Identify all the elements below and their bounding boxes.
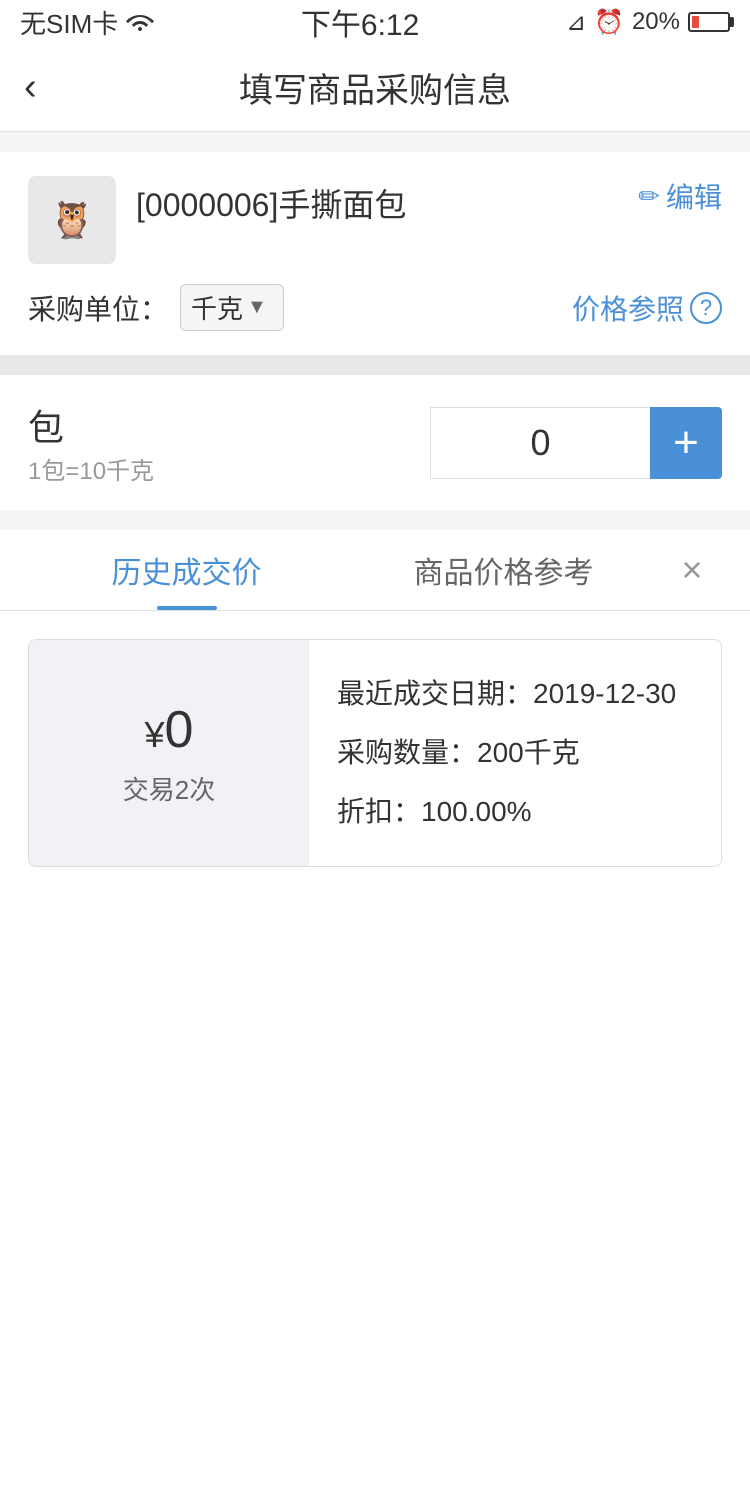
tabs-close-button[interactable]: × (662, 530, 722, 610)
wifi-icon (126, 7, 154, 38)
battery-icon (688, 12, 730, 32)
tab-history-label: 历史成交价 (112, 548, 262, 592)
price-display: ¥0 (145, 700, 194, 760)
bottom-space (0, 895, 750, 1495)
unit-select[interactable]: 千克 ▼ (180, 284, 284, 331)
back-button[interactable]: ‹ (24, 66, 37, 109)
quantity-row: 包 1包=10千克 0 + (0, 375, 750, 510)
quantity-detail-label: 采购数量： (337, 737, 477, 768)
unit-label-text: 采购单位： (28, 288, 168, 328)
quantity-conversion: 1包=10千克 (28, 451, 154, 486)
history-price-card: ¥0 交易2次 最近成交日期：2019-12-30 采购数量：200千克 折扣：… (28, 639, 722, 867)
recent-date-row: 最近成交日期：2019-12-30 (337, 672, 693, 717)
unit-label: 采购单位： 千克 ▼ (28, 284, 284, 331)
network-label: 无SIM卡 (20, 4, 118, 41)
quantity-label: 包 1包=10千克 (28, 399, 154, 486)
status-time: 下午6:12 (301, 0, 419, 44)
status-right: ⊿ ⏰ 20% (566, 8, 730, 37)
discount-value: 100.00% (421, 796, 532, 827)
dropdown-arrow-icon: ▼ (247, 296, 267, 319)
quantity-controls: 0 + (430, 407, 722, 479)
trade-count: 交易2次 (123, 770, 215, 807)
currency-symbol: ¥ (145, 714, 165, 755)
page-title: 填写商品采购信息 (239, 63, 511, 112)
product-header: 🦉 [0000006]手撕面包 ✏ 编辑 (28, 176, 722, 264)
tab-price-reference[interactable]: 商品价格参考 (345, 530, 662, 610)
discount-row: 折扣：100.00% (337, 790, 693, 835)
edit-button[interactable]: ✏ 编辑 (638, 176, 722, 216)
tab-underline (157, 606, 217, 610)
recent-date-value: 2019-12-30 (533, 678, 676, 709)
quantity-input[interactable]: 0 (430, 407, 650, 479)
history-price-column: ¥0 交易2次 (29, 640, 309, 866)
unit-value: 千克 (191, 289, 243, 326)
edit-label: 编辑 (666, 176, 722, 216)
alarm-icon: ⏰ (594, 8, 624, 37)
purchase-quantity-row: 采购数量：200千克 (337, 731, 693, 776)
product-logo: 🦉 (50, 199, 95, 241)
price-ref-help-icon: ? (690, 292, 722, 324)
status-bar: 无SIM卡 下午6:12 ⊿ ⏰ 20% (0, 0, 750, 44)
discount-label: 折扣： (337, 796, 421, 827)
quantity-detail-value: 200千克 (477, 737, 580, 768)
product-card: 🦉 [0000006]手撕面包 ✏ 编辑 采购单位： 千克 ▼ 价格参照 ? (0, 152, 750, 355)
tabs-header: 历史成交价 商品价格参考 × (0, 530, 750, 611)
price-ref-label: 价格参照 (572, 288, 684, 328)
tabs-content: ¥0 交易2次 最近成交日期：2019-12-30 采购数量：200千克 折扣：… (0, 611, 750, 895)
tab-price-ref-label: 商品价格参考 (414, 548, 594, 592)
product-thumbnail: 🦉 (28, 176, 116, 264)
status-left: 无SIM卡 (20, 4, 154, 41)
nav-bar: ‹ 填写商品采购信息 (0, 44, 750, 132)
product-info: 🦉 [0000006]手撕面包 (28, 176, 406, 264)
section-divider (0, 355, 750, 375)
tab-history-price[interactable]: 历史成交价 (28, 530, 345, 610)
battery-percent: 20% (632, 8, 680, 36)
price-ref-button[interactable]: 价格参照 ? (572, 288, 722, 328)
history-detail-column: 最近成交日期：2019-12-30 采购数量：200千克 折扣：100.00% (309, 640, 721, 866)
quantity-unit: 包 (28, 399, 154, 451)
location-icon: ⊿ (566, 8, 586, 37)
tabs-panel: 历史成交价 商品价格参考 × ¥0 交易2次 最近成交日期：2019-12-30 (0, 530, 750, 895)
price-amount-value: 0 (165, 701, 194, 759)
edit-icon: ✏ (638, 181, 660, 212)
unit-row: 采购单位： 千克 ▼ 价格参照 ? (28, 284, 722, 331)
quantity-value: 0 (530, 422, 550, 464)
quantity-plus-button[interactable]: + (650, 407, 722, 479)
recent-date-label: 最近成交日期： (337, 678, 533, 709)
product-name: [0000006]手撕面包 (136, 180, 406, 226)
